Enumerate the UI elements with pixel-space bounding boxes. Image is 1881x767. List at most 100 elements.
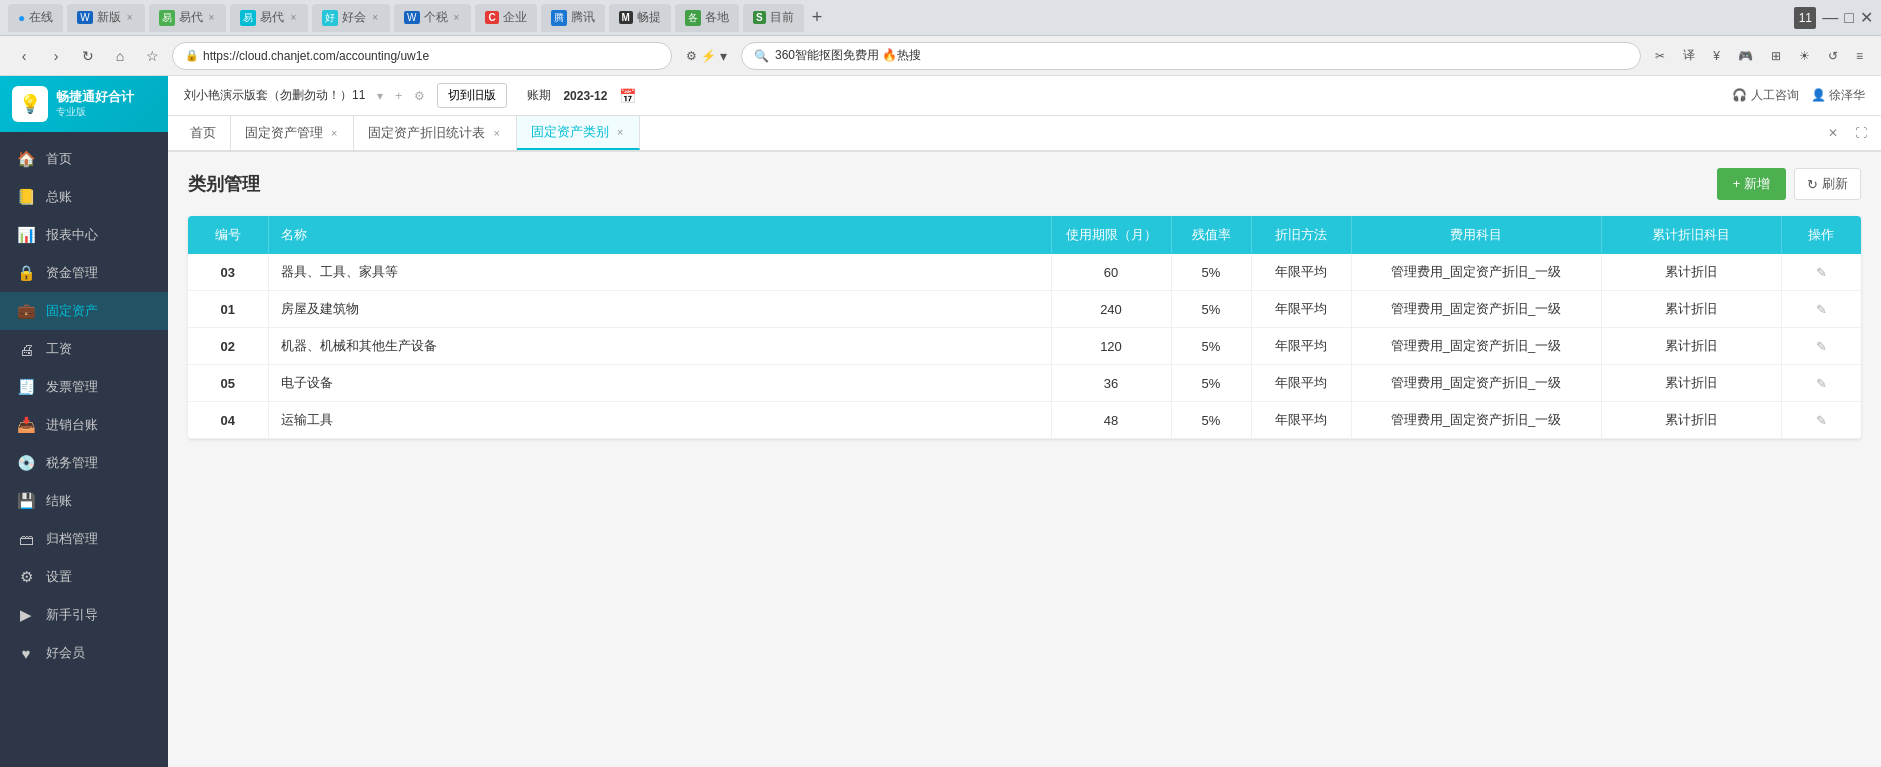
browser-tab-haohuij[interactable]: 好 好会 ×: [312, 4, 390, 32]
expand-tab-btn[interactable]: ⛶: [1849, 121, 1873, 145]
forward-btn[interactable]: ›: [44, 44, 68, 68]
avatar-icon: 👤: [1811, 88, 1826, 102]
close-icon[interactable]: ×: [207, 11, 217, 24]
edit-btn[interactable]: ✎: [1816, 302, 1827, 317]
wallet-icon[interactable]: ¥: [1707, 47, 1726, 65]
sidebar-item-member[interactable]: ♥ 好会员: [0, 634, 168, 672]
sidebar-item-purchase-sales[interactable]: 📥 进销台账: [0, 406, 168, 444]
tab-asset-mgmt[interactable]: 固定资产管理 ×: [231, 116, 354, 150]
browser-chrome: ● 在线 W 新版 × 易 易代 × 易 易代 × 好 好会 × W 个税 × …: [0, 0, 1881, 36]
close-tab-btn[interactable]: ✕: [1821, 121, 1845, 145]
browser-tab-new[interactable]: W 新版 ×: [67, 4, 144, 32]
close-icon[interactable]: ×: [452, 11, 462, 24]
switch-version-btn[interactable]: 切到旧版: [437, 83, 507, 108]
new-tab-btn[interactable]: +: [812, 7, 823, 28]
cell-months: 120: [1051, 328, 1171, 365]
cell-action: ✎: [1781, 402, 1861, 439]
close-icon[interactable]: ×: [125, 11, 135, 24]
sidebar-item-settlement[interactable]: 💾 结账: [0, 482, 168, 520]
tab-home[interactable]: 首页: [176, 116, 231, 150]
tab-asset-category[interactable]: 固定资产类别 ×: [517, 116, 640, 150]
minimize-btn[interactable]: —: [1822, 9, 1838, 27]
close-icon[interactable]: ×: [288, 11, 298, 24]
grid-icon[interactable]: ⊞: [1765, 47, 1787, 65]
close-icon[interactable]: ×: [491, 126, 501, 140]
sidebar-item-funds[interactable]: 🔒 资金管理: [0, 254, 168, 292]
sidebar-item-salary[interactable]: 🖨 工资: [0, 330, 168, 368]
cell-action: ✎: [1781, 365, 1861, 402]
browser-tab-gedi[interactable]: 各 各地: [675, 4, 739, 32]
sidebar-item-settings[interactable]: ⚙ 设置: [0, 558, 168, 596]
reload-btn[interactable]: ↻: [76, 44, 100, 68]
close-icon[interactable]: ×: [329, 126, 339, 140]
tab-asset-depreciation[interactable]: 固定资产折旧统计表 ×: [354, 116, 516, 150]
refresh-icon: ↻: [1807, 177, 1818, 192]
sidebar-item-guide[interactable]: ▶ 新手引导: [0, 596, 168, 634]
edit-btn[interactable]: ✎: [1816, 339, 1827, 354]
chevron-down-icon[interactable]: ▾: [720, 48, 727, 64]
close-window-btn[interactable]: ✕: [1860, 8, 1873, 27]
header-plus-icon[interactable]: +: [395, 89, 402, 103]
undo-icon[interactable]: ↺: [1822, 47, 1844, 65]
sidebar-item-tax[interactable]: 💿 税务管理: [0, 444, 168, 482]
scissors-icon[interactable]: ✂: [1649, 47, 1671, 65]
browser-tab-online[interactable]: ● 在线: [8, 4, 63, 32]
boost-icon[interactable]: ⚡: [701, 49, 716, 63]
edit-btn[interactable]: ✎: [1816, 376, 1827, 391]
search-bar[interactable]: 🔍 360智能抠图免费用 🔥热搜: [741, 42, 1641, 70]
browser-tab-yidai1[interactable]: 易 易代 ×: [149, 4, 227, 32]
cell-code: 05: [188, 365, 268, 402]
cell-expense: 管理费用_固定资产折旧_一级: [1351, 328, 1601, 365]
user-avatar[interactable]: 👤 徐泽华: [1811, 87, 1865, 104]
cell-method: 年限平均: [1251, 328, 1351, 365]
sun-icon[interactable]: ☀: [1793, 47, 1816, 65]
cell-accumulated: 累计折旧: [1601, 402, 1781, 439]
sidebar-item-fixed-assets[interactable]: 💼 固定资产: [0, 292, 168, 330]
sidebar-item-reports[interactable]: 📊 报表中心: [0, 216, 168, 254]
user-info: 刘小艳演示版套（勿删勿动！）11: [184, 87, 365, 104]
browser-tab-tax[interactable]: W 个税 ×: [394, 4, 471, 32]
browser-tab-muqian[interactable]: S 目前: [743, 4, 804, 32]
dropdown-icon[interactable]: ▾: [377, 89, 383, 103]
cell-residual: 5%: [1171, 254, 1251, 291]
cell-action: ✎: [1781, 291, 1861, 328]
browser-tab-changtui[interactable]: M 畅提: [609, 4, 671, 32]
guide-icon: ▶: [16, 606, 36, 624]
browser-tab-enterprise[interactable]: C 企业: [475, 4, 536, 32]
col-code: 编号: [188, 216, 268, 254]
calendar-icon[interactable]: 📅: [619, 88, 636, 104]
cell-code: 01: [188, 291, 268, 328]
cell-months: 240: [1051, 291, 1171, 328]
cell-method: 年限平均: [1251, 254, 1351, 291]
col-action: 操作: [1781, 216, 1861, 254]
table-row: 05 电子设备 36 5% 年限平均 管理费用_固定资产折旧_一级 累计折旧 ✎: [188, 365, 1861, 402]
star-btn[interactable]: ☆: [140, 44, 164, 68]
browser-tab-yidai2[interactable]: 易 易代 ×: [230, 4, 308, 32]
sidebar-item-home[interactable]: 🏠 首页: [0, 140, 168, 178]
url-bar[interactable]: 🔒 https://cloud.chanjet.com/accounting/u…: [172, 42, 672, 70]
refresh-btn[interactable]: ↻ 刷新: [1794, 168, 1861, 200]
headset-icon: 🎧: [1732, 88, 1747, 102]
maximize-btn[interactable]: □: [1844, 9, 1854, 27]
tools-icon[interactable]: ⚙: [686, 49, 697, 63]
salary-icon: 🖨: [16, 341, 36, 358]
browser-tab-tencent[interactable]: 腾 腾讯: [541, 4, 605, 32]
sidebar-item-archive[interactable]: 🗃 归档管理: [0, 520, 168, 558]
sidebar-item-ledger[interactable]: 📒 总账: [0, 178, 168, 216]
settings-icon[interactable]: ⚙: [414, 89, 425, 103]
add-category-btn[interactable]: + 新增: [1717, 168, 1786, 200]
home-btn[interactable]: ⌂: [108, 44, 132, 68]
menu-icon[interactable]: ≡: [1850, 47, 1869, 65]
edit-btn[interactable]: ✎: [1816, 265, 1827, 280]
fixed-assets-icon: 💼: [16, 302, 36, 320]
service-btn[interactable]: 🎧 人工咨询: [1732, 87, 1798, 104]
edit-btn[interactable]: ✎: [1816, 413, 1827, 428]
tab-count-badge[interactable]: 11: [1794, 7, 1816, 29]
close-icon[interactable]: ×: [615, 125, 625, 139]
translate-icon[interactable]: 译: [1677, 45, 1701, 66]
back-btn[interactable]: ‹: [12, 44, 36, 68]
sidebar-item-invoice[interactable]: 🧾 发票管理: [0, 368, 168, 406]
cell-months: 60: [1051, 254, 1171, 291]
close-icon[interactable]: ×: [370, 11, 380, 24]
game-icon[interactable]: 🎮: [1732, 47, 1759, 65]
